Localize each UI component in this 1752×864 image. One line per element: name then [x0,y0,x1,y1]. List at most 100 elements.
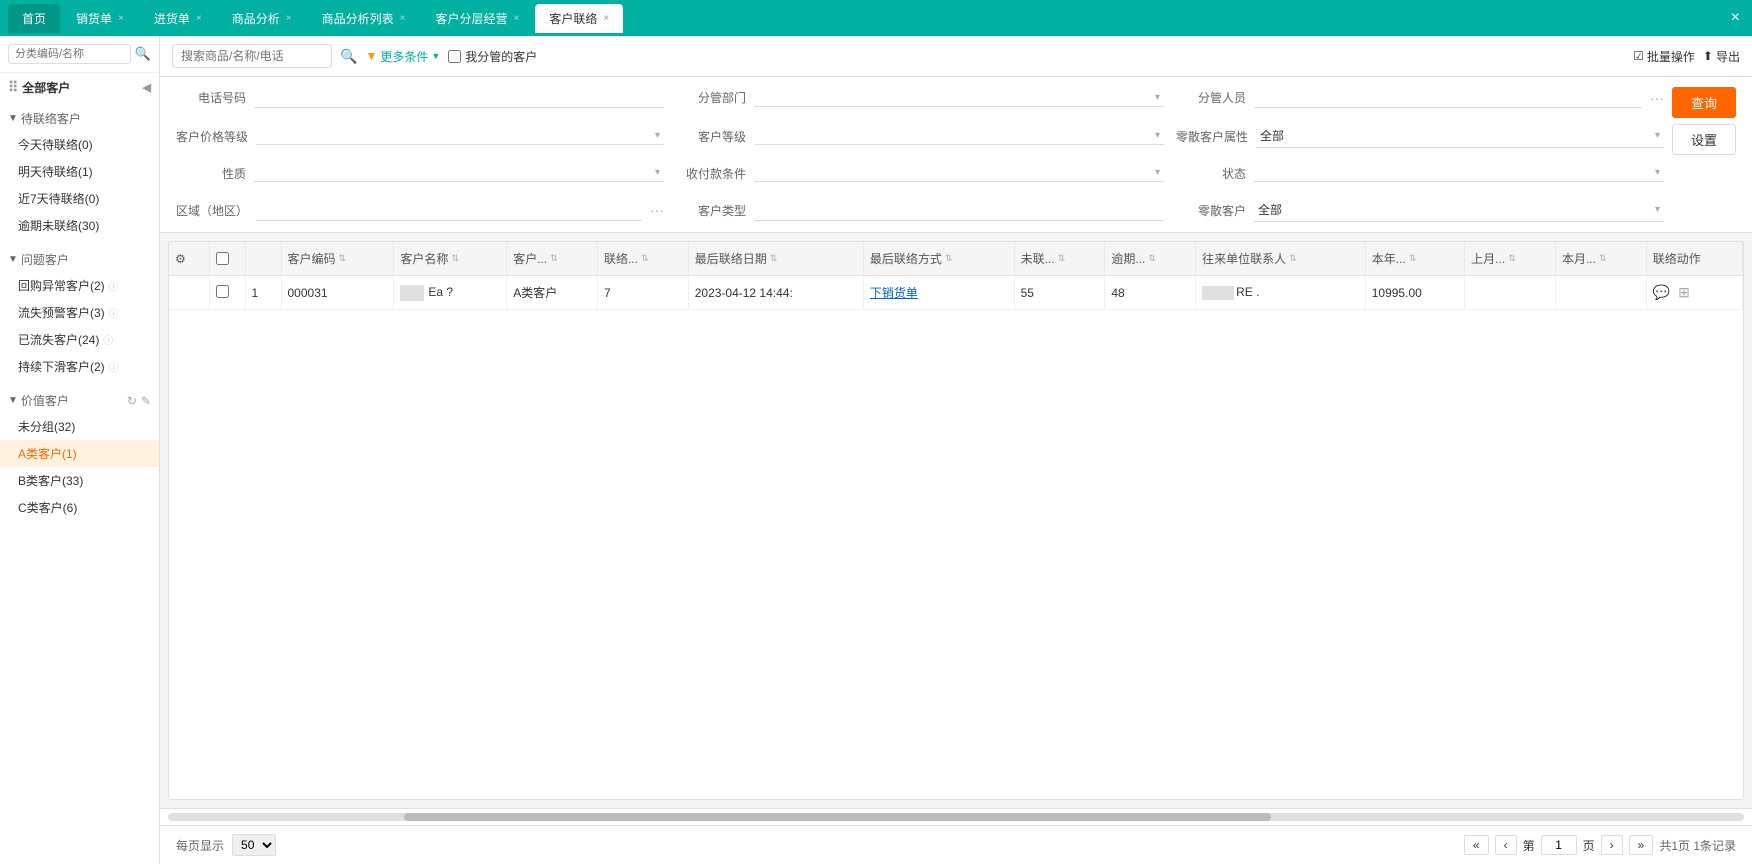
sidebar-item-ungrouped[interactable]: 未分组(32) [0,413,159,440]
sidebar-item-today[interactable]: 今天待联络(0) [0,131,159,158]
th-level[interactable]: 客户... ⇅ [507,242,598,276]
filter-person-input[interactable] [1254,87,1642,108]
filter-retail-attr-select[interactable]: 全部 ▾ [1256,124,1664,148]
filter-customer-type-input[interactable] [754,200,1164,221]
prev-page-button[interactable]: ‹ [1495,835,1517,855]
sidebar-all-customers[interactable]: ⠿ 全部客户 ◀ [0,73,159,102]
th-this-month[interactable]: 本月... ⇅ [1555,242,1646,276]
settings-button[interactable]: 设置 [1672,124,1736,155]
value-refresh-icon[interactable]: ↻ [127,394,137,408]
sidebar-search-icon[interactable]: 🔍 [135,46,151,62]
th-last-contact-method[interactable]: 最后联络方式 ⇅ [863,242,1014,276]
row-checkbox[interactable] [216,285,229,298]
sidebar-item-declining[interactable]: 持续下滑客户(2) ⓘ [0,353,159,380]
th-this-month-sort[interactable]: ⇅ [1599,253,1607,264]
th-checkbox[interactable] [209,242,245,276]
filter-price-level-select[interactable]: ▾ [256,127,664,145]
batch-operations-button[interactable]: ☑ 批量操作 [1633,48,1695,65]
th-no-contact[interactable]: 未联... ⇅ [1014,242,1105,276]
my-customers-filter[interactable]: 我分管的客户 [448,48,537,65]
my-customers-checkbox[interactable] [448,50,461,63]
tab-customer-segment-close[interactable]: × [513,13,519,24]
th-code-sort[interactable]: ⇅ [339,253,347,264]
sidebar-item-c-class[interactable]: C类客户(6) [0,494,159,521]
value-edit-icon[interactable]: ✎ [141,394,151,408]
filter-dept-select[interactable]: ▾ [754,89,1164,107]
filter-status-select[interactable]: ▾ [1254,164,1664,182]
qr-icon[interactable]: ⊞ [1678,284,1690,301]
td-checkbox[interactable] [209,276,245,310]
last-page-button[interactable]: » [1629,835,1654,855]
comment-icon[interactable]: 💬 [1653,284,1670,301]
tab-goods-analysis-list-close[interactable]: × [400,13,406,24]
tab-goods-analysis-list[interactable]: 商品分析列表 × [308,4,420,33]
link-sales-order[interactable]: 下销货单 [870,286,918,300]
filter-search-input[interactable] [172,44,332,68]
filter-search-icon[interactable]: 🔍 [340,48,357,65]
export-button[interactable]: ⬆ 导出 [1703,48,1740,65]
filter-person-dots[interactable]: ··· [1650,90,1664,106]
th-settings[interactable]: ⚙ [169,242,209,276]
td-last-contact-method[interactable]: 下销货单 [863,276,1014,310]
sidebar-item-overdue[interactable]: 逾期未联络(30) [0,212,159,239]
next-page-button[interactable]: › [1601,835,1623,855]
sidebar-item-week[interactable]: 近7天待联络(0) [0,185,159,212]
th-level-sort[interactable]: ⇅ [550,253,558,264]
scroll-thumb[interactable] [404,813,1271,821]
th-contact-count[interactable]: 联络... ⇅ [597,242,688,276]
sidebar-search-input[interactable] [8,44,131,64]
tab-customer-segment[interactable]: 客户分层经营 × [421,4,533,33]
close-all-tabs[interactable]: × [1727,5,1744,31]
th-overdue-sort[interactable]: ⇅ [1148,253,1156,264]
page-size-select[interactable]: 50 [232,834,276,856]
th-last-contact-date[interactable]: 最后联络日期 ⇅ [688,242,863,276]
filter-more-button[interactable]: ▼ 更多条件 ▼ [365,48,440,65]
tab-customer-contact[interactable]: 客户联络 × [535,4,623,33]
sidebar-problem-group[interactable]: ▼ 问题客户 [0,247,159,272]
sidebar-item-churn-warning[interactable]: 流失预警客户(3) ⓘ [0,299,159,326]
sidebar-item-tomorrow[interactable]: 明天待联络(1) [0,158,159,185]
th-this-year-sort[interactable]: ⇅ [1409,253,1417,264]
first-page-button[interactable]: « [1464,835,1489,855]
filter-customer-level-select[interactable]: ▾ [754,127,1164,145]
th-last-month[interactable]: 上月... ⇅ [1465,242,1556,276]
th-contact-person[interactable]: 往来单位联系人 ⇅ [1196,242,1366,276]
tab-sales[interactable]: 销货单 × [62,4,138,33]
filter-payment-select[interactable]: ▾ [754,164,1164,182]
tab-sales-close[interactable]: × [118,13,124,24]
th-name-sort[interactable]: ⇅ [451,253,459,264]
th-last-method-sort[interactable]: ⇅ [945,253,953,264]
sidebar-item-repurchase-abnormal[interactable]: 回购异常客户(2) ⓘ [0,272,159,299]
scroll-bar[interactable] [168,813,1744,821]
th-last-date-sort[interactable]: ⇅ [770,253,778,264]
filter-retail-select[interactable]: 全部 ▾ [1254,198,1664,222]
th-last-month-sort[interactable]: ⇅ [1508,253,1516,264]
query-button[interactable]: 查询 [1672,87,1736,118]
filter-area-dots[interactable]: ··· [650,202,664,218]
sidebar-collapse-icon[interactable]: ◀ [143,81,151,94]
filter-phone-input[interactable] [254,87,664,108]
th-code[interactable]: 客户编码 ⇅ [281,242,394,276]
content-area: 🔍 ▼ 更多条件 ▼ 我分管的客户 ☑ 批量操作 ⬆ 导出 [160,36,1752,864]
tab-customer-contact-close[interactable]: × [603,13,609,24]
sidebar-item-b-class[interactable]: B类客户(33) [0,467,159,494]
select-all-checkbox[interactable] [216,252,229,265]
filter-nature-select[interactable]: ▾ [254,164,664,182]
tab-purchase-close[interactable]: × [196,13,202,24]
tab-purchase[interactable]: 进货单 × [140,4,216,33]
sidebar-pending-group[interactable]: ▼ 待联络客户 [0,106,159,131]
sidebar-value-group[interactable]: ▼ 价值客户 ↻ ✎ [0,388,159,413]
tab-goods-analysis[interactable]: 商品分析 × [218,4,306,33]
sidebar-item-a-class[interactable]: A类客户(1) [0,440,159,467]
th-contact-count-sort[interactable]: ⇅ [641,253,649,264]
th-overdue[interactable]: 逾期... ⇅ [1105,242,1196,276]
th-name[interactable]: 客户名称 ⇅ [394,242,507,276]
current-page-input[interactable] [1541,835,1577,855]
sidebar-item-churned[interactable]: 已流失客户(24) ⓘ [0,326,159,353]
th-contact-person-sort[interactable]: ⇅ [1289,253,1297,264]
tab-goods-analysis-close[interactable]: × [286,13,292,24]
tab-home[interactable]: 首页 [8,4,60,33]
th-no-contact-sort[interactable]: ⇅ [1058,253,1066,264]
filter-area-input[interactable] [256,200,642,221]
th-this-year[interactable]: 本年... ⇅ [1365,242,1464,276]
